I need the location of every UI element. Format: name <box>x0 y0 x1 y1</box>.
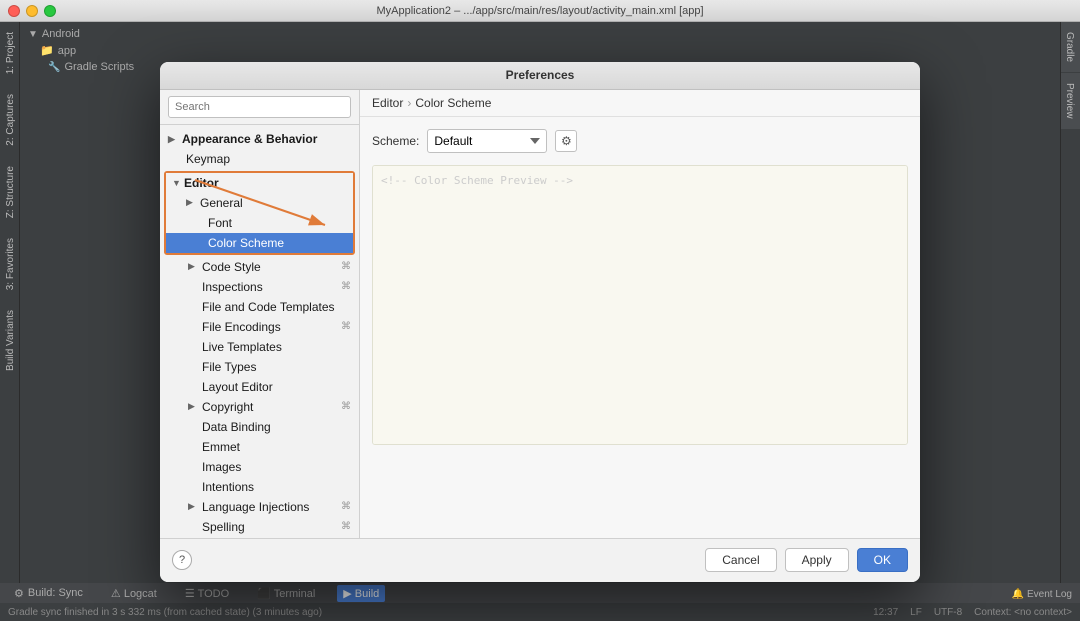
sidebar-item-keymap[interactable]: Keymap <box>160 149 359 169</box>
sidebar-item-spelling[interactable]: Spelling ⌘ <box>160 517 359 537</box>
chevron-right-icon: ▶ <box>186 197 198 208</box>
sidebar-item-emmet[interactable]: Emmet <box>160 437 359 457</box>
sidebar-item-file-encodings[interactable]: File Encodings ⌘ <box>160 317 359 337</box>
sidebar-item-font[interactable]: Font <box>166 213 353 233</box>
sidebar-item-layout-editor[interactable]: Layout Editor <box>160 377 359 397</box>
chevron-down-icon: ▼ <box>172 178 184 188</box>
sidebar-item-general[interactable]: ▶ General <box>166 193 353 213</box>
sidebar-item-language-injections[interactable]: ▶ Language Injections ⌘ <box>160 497 359 517</box>
file-types-label: File Types <box>202 360 256 374</box>
shortcut-icon: ⌘ <box>341 521 351 532</box>
scheme-label: Scheme: <box>372 134 419 148</box>
scheme-select[interactable]: Default Darcula High contrast IntelliJ L… <box>427 129 547 153</box>
breadcrumb: Editor › Color Scheme <box>360 90 920 117</box>
code-style-label: Code Style <box>202 260 261 274</box>
close-button[interactable] <box>8 5 20 17</box>
sidebar-item-inspections[interactable]: Inspections ⌘ <box>160 277 359 297</box>
window-title: MyApplication2 – .../app/src/main/res/la… <box>376 5 703 17</box>
shortcut-icon: ⌘ <box>341 401 351 412</box>
help-icon: ? <box>179 554 185 566</box>
ok-button[interactable]: OK <box>857 548 908 572</box>
window-controls <box>8 5 56 17</box>
chevron-right-icon: ▶ <box>188 261 200 272</box>
sidebar-item-editor[interactable]: ▼ Editor <box>166 173 353 193</box>
dialog-nav-panel: ▶ Appearance & Behavior Keymap ▼ <box>160 90 360 538</box>
ide-background: 1: Project 2: Captures Z: Structure 3: F… <box>0 22 1080 621</box>
general-label: General <box>200 196 243 210</box>
dialog-footer: ? Cancel Apply OK <box>160 538 920 582</box>
search-input[interactable] <box>168 96 351 118</box>
nav-tree: ▶ Appearance & Behavior Keymap ▼ <box>160 125 359 538</box>
shortcut-icon: ⌘ <box>341 261 351 272</box>
color-scheme-preview: <!-- Color Scheme Preview --> <box>372 165 908 445</box>
layout-editor-label: Layout Editor <box>202 380 273 394</box>
keymap-label: Keymap <box>186 152 230 166</box>
shortcut-icon: ⌘ <box>341 321 351 332</box>
file-encodings-label: File Encodings <box>202 320 281 334</box>
apply-button[interactable]: Apply <box>785 548 849 572</box>
data-binding-label: Data Binding <box>202 420 271 434</box>
images-label: Images <box>202 460 241 474</box>
sidebar-item-images[interactable]: Images <box>160 457 359 477</box>
font-label: Font <box>208 216 232 230</box>
breadcrumb-separator: › <box>407 96 411 110</box>
dialog-body: ▶ Appearance & Behavior Keymap ▼ <box>160 90 920 538</box>
chevron-right-icon: ▶ <box>188 501 200 512</box>
file-code-templates-label: File and Code Templates <box>202 300 335 314</box>
sidebar-item-data-binding[interactable]: Data Binding <box>160 417 359 437</box>
breadcrumb-parent: Editor <box>372 96 403 110</box>
maximize-button[interactable] <box>44 5 56 17</box>
emmet-label: Emmet <box>202 440 240 454</box>
dialog-title: Preferences <box>506 68 575 82</box>
spelling-label: Spelling <box>202 520 245 534</box>
inspections-label: Inspections <box>202 280 263 294</box>
gear-icon: ⚙ <box>561 134 572 148</box>
live-templates-label: Live Templates <box>202 340 282 354</box>
sidebar-item-code-style[interactable]: ▶ Code Style ⌘ <box>160 257 359 277</box>
appearance-label: Appearance & Behavior <box>182 132 317 146</box>
search-box <box>160 90 359 125</box>
gear-button[interactable]: ⚙ <box>555 130 577 152</box>
editor-section: ▼ Editor ▶ General Font <box>164 171 355 255</box>
preferences-dialog: Preferences ▶ Appearance & Behavior <box>160 62 920 582</box>
sidebar-item-live-templates[interactable]: Live Templates <box>160 337 359 357</box>
dialog-content-panel: Editor › Color Scheme Scheme: Default Da… <box>360 90 920 538</box>
sidebar-item-file-code-templates[interactable]: File and Code Templates <box>160 297 359 317</box>
scheme-row: Scheme: Default Darcula High contrast In… <box>372 129 908 153</box>
modal-overlay: Preferences ▶ Appearance & Behavior <box>0 22 1080 621</box>
shortcut-icon: ⌘ <box>341 281 351 292</box>
minimize-button[interactable] <box>26 5 38 17</box>
cancel-button[interactable]: Cancel <box>705 548 776 572</box>
title-bar: MyApplication2 – .../app/src/main/res/la… <box>0 0 1080 22</box>
copyright-label: Copyright <box>202 400 253 414</box>
sidebar-item-copyright[interactable]: ▶ Copyright ⌘ <box>160 397 359 417</box>
chevron-right-icon: ▶ <box>188 401 200 412</box>
editor-label: Editor <box>184 176 219 190</box>
breadcrumb-current: Color Scheme <box>415 96 491 110</box>
sidebar-item-appearance[interactable]: ▶ Appearance & Behavior <box>160 129 359 149</box>
sidebar-item-color-scheme[interactable]: Color Scheme <box>166 233 353 253</box>
color-scheme-label: Color Scheme <box>208 236 284 250</box>
sidebar-item-file-types[interactable]: File Types <box>160 357 359 377</box>
intentions-label: Intentions <box>202 480 254 494</box>
help-button[interactable]: ? <box>172 550 192 570</box>
content-area: Scheme: Default Darcula High contrast In… <box>360 117 920 538</box>
language-injections-label: Language Injections <box>202 500 309 514</box>
dialog-titlebar: Preferences <box>160 62 920 90</box>
sidebar-item-intentions[interactable]: Intentions <box>160 477 359 497</box>
shortcut-icon: ⌘ <box>341 501 351 512</box>
chevron-right-icon: ▶ <box>168 134 180 145</box>
